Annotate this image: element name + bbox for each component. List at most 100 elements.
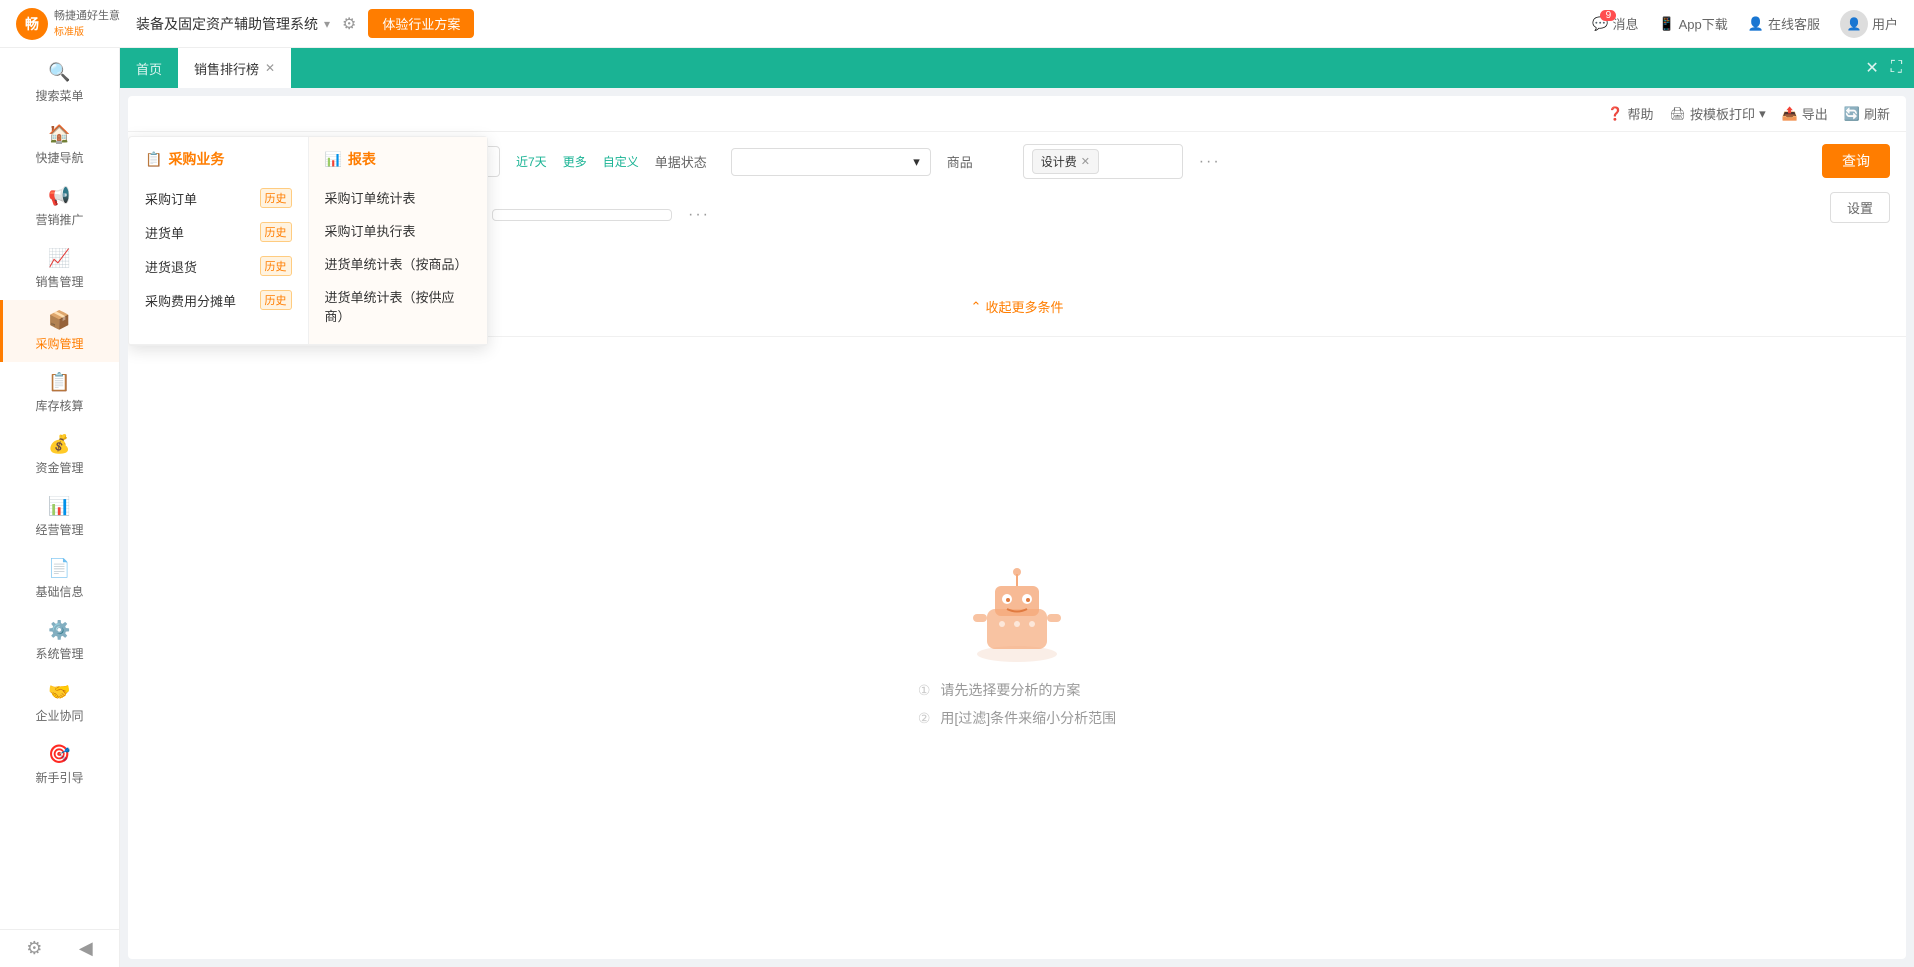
dropdown-arrow-icon[interactable]: ▾ (324, 17, 330, 31)
dropdown-item-purchase-order[interactable]: 采购订单 历史 (145, 181, 292, 215)
refresh-label: 刷新 (1864, 104, 1890, 123)
notification-label: 消息 (1612, 14, 1638, 33)
export-btn[interactable]: 📤 导出 (1782, 104, 1828, 123)
user-label: 用户 (1872, 14, 1898, 33)
settings-gear-icon[interactable]: ⚙ (342, 14, 356, 34)
industry-btn[interactable]: 体验行业方案 (368, 9, 474, 38)
sidebar-item-marketing[interactable]: 📢 营销推广 (0, 176, 119, 238)
dropdown-item-inbound[interactable]: 进货单 历史 (145, 215, 292, 249)
empty-hint2: ② 用[过滤]条件来缩小分析范围 (918, 704, 1116, 732)
tab-close-window-icon[interactable]: ✕ (1861, 54, 1882, 82)
toolbar-row: ❓ 帮助 🖨 按模板打印 ▾ 📤 导出 🔄 刷新 (128, 96, 1906, 132)
print-btn[interactable]: 🖨 按模板打印 ▾ (1670, 104, 1766, 123)
purchase-section-icon: 📋 (145, 151, 162, 168)
cooperation-icon: 🤝 (48, 682, 70, 703)
capital-icon: 💰 (48, 434, 70, 455)
page-content: ❓ 帮助 🖨 按模板打印 ▾ 📤 导出 🔄 刷新 (128, 96, 1906, 959)
salesperson-select[interactable] (492, 209, 672, 221)
goods-more-dots[interactable]: ··· (1199, 153, 1221, 171)
sidebar-item-operation[interactable]: 📊 经营管理 (0, 486, 119, 548)
online-service-label: 在线客服 (1768, 14, 1820, 33)
sidebar-label-search-menu: 搜索菜单 (35, 87, 83, 104)
doc-status-select[interactable]: ▾ (731, 148, 931, 176)
active-bar (0, 300, 3, 362)
sidebar-label-cooperation: 企业协同 (35, 707, 83, 724)
dropdown-item-purchase-exec[interactable]: 采购订单执行表 (325, 214, 472, 247)
tab-bar-end: ✕ ⛶ (1861, 54, 1914, 82)
salesperson-more-dots[interactable]: ··· (688, 206, 710, 224)
main-layout: 🔍 搜索菜单 🏠 快捷导航 📢 营销推广 📈 销售管理 📦 采购管理 📋 库存核… (0, 48, 1914, 967)
dropdown-header: 📋 采购业务 采购订单 历史 进货单 历史 进货退货 (129, 137, 487, 345)
sidebar-item-guide[interactable]: 🎯 新手引导 (0, 734, 119, 796)
dropdown-item-return[interactable]: 进货退货 历史 (145, 249, 292, 283)
sidebar-item-system[interactable]: ⚙️ 系统管理 (0, 610, 119, 672)
empty-text: ① 请先选择要分析的方案 ② 用[过滤]条件来缩小分析范围 (918, 676, 1116, 732)
logo-icon: 畅 (16, 8, 48, 40)
refresh-btn[interactable]: 🔄 刷新 (1844, 104, 1890, 123)
sidebar-label-quick-nav: 快捷导航 (35, 149, 83, 166)
sidebar-label-purchase: 采购管理 (35, 335, 83, 352)
report-section-title: 📊 报表 (325, 149, 472, 169)
sales-icon: 📈 (48, 248, 70, 269)
app-download-item[interactable]: 📱 App下载 (1658, 14, 1727, 33)
export-label: 导出 (1802, 104, 1828, 123)
system-title: 装备及固定资产辅助管理系统 ▾ (136, 14, 330, 34)
app-download-label: App下载 (1679, 14, 1728, 33)
content-area: 首页 销售排行榜 ✕ ✕ ⛶ ❓ 帮助 🖨 按模板打印 (120, 48, 1914, 967)
sidebar-label-capital: 资金管理 (35, 459, 83, 476)
service-icon: 👤 (1748, 16, 1764, 32)
header-right: 💬 9 消息 📱 App下载 👤 在线客服 👤 用户 (1592, 10, 1898, 38)
help-icon: ❓ (1607, 106, 1623, 122)
purchase-dropdown-menu: 📋 采购业务 采购订单 历史 进货单 历史 进货退货 (128, 136, 488, 346)
settings-bottom-icon[interactable]: ⚙ (26, 938, 42, 959)
user-item[interactable]: 👤 用户 (1840, 10, 1898, 38)
notification-icon-wrap: 💬 9 (1592, 16, 1608, 32)
mobile-icon: 📱 (1658, 16, 1674, 32)
sidebar-item-inventory[interactable]: 📋 库存核算 (0, 362, 119, 424)
sidebar-item-search-menu[interactable]: 🔍 搜索菜单 (0, 52, 119, 114)
hist-badge-inbound: 历史 (260, 222, 292, 242)
search-menu-icon: 🔍 (48, 62, 70, 83)
sidebar-item-quick-nav[interactable]: 🏠 快捷导航 (0, 114, 119, 176)
sidebar-label-basic: 基础信息 (35, 583, 83, 600)
sidebar-label-sales: 销售管理 (35, 273, 83, 290)
online-service-item[interactable]: 👤 在线客服 (1748, 14, 1820, 33)
sidebar-item-sales[interactable]: 📈 销售管理 (0, 238, 119, 300)
quick-nav-icon: 🏠 (48, 124, 70, 145)
sidebar: 🔍 搜索菜单 🏠 快捷导航 📢 营销推广 📈 销售管理 📦 采购管理 📋 库存核… (0, 48, 120, 967)
dropdown-item-expense[interactable]: 采购费用分摊单 历史 (145, 283, 292, 317)
dropdown-item-purchase-stat[interactable]: 采购订单统计表 (325, 181, 472, 214)
empty-hint1: ① 请先选择要分析的方案 (918, 676, 1116, 704)
export-icon: 📤 (1782, 106, 1798, 122)
goods-filter[interactable]: 设计费 ✕ (1023, 144, 1183, 179)
help-label: 帮助 (1628, 104, 1654, 123)
basic-icon: 📄 (48, 558, 70, 579)
collapse-up-icon: ⌃ (971, 299, 982, 315)
system-icon: ⚙️ (48, 620, 70, 641)
tab-sales-ranking[interactable]: 销售排行榜 ✕ (178, 48, 291, 88)
empty-illustration (957, 564, 1077, 664)
sidebar-item-basic[interactable]: 📄 基础信息 (0, 548, 119, 610)
settings-btn[interactable]: 设置 (1830, 192, 1890, 223)
date-shortcut-custom[interactable]: 自定义 (603, 153, 639, 170)
tab-home[interactable]: 首页 (120, 48, 178, 88)
notification-item[interactable]: 💬 9 消息 (1592, 14, 1638, 33)
sidebar-item-purchase[interactable]: 📦 采购管理 (0, 300, 119, 362)
sidebar-bottom: ⚙ ◀ (0, 929, 119, 967)
goods-tag-close[interactable]: ✕ (1081, 155, 1090, 168)
tab-close-icon[interactable]: ✕ (265, 61, 275, 75)
purchase-icon: 📦 (48, 310, 70, 331)
tab-fullscreen-icon[interactable]: ⛶ (1887, 55, 1906, 81)
dropdown-item-inbound-supplier[interactable]: 进货单统计表（按供应商） (325, 280, 472, 332)
sidebar-item-cooperation[interactable]: 🤝 企业协同 (0, 672, 119, 734)
hist-badge-return: 历史 (260, 256, 292, 276)
query-btn[interactable]: 查询 (1822, 144, 1890, 178)
date-shortcut-more[interactable]: 更多 (563, 153, 587, 170)
dropdown-item-inbound-goods[interactable]: 进货单统计表（按商品） (325, 247, 472, 280)
sidebar-item-capital[interactable]: 💰 资金管理 (0, 424, 119, 486)
help-btn[interactable]: ❓ 帮助 (1607, 104, 1653, 123)
collapse-sidebar-icon[interactable]: ◀ (79, 938, 93, 959)
purchase-section: 📋 采购业务 采购订单 历史 进货单 历史 进货退货 (129, 137, 308, 344)
report-section: 📊 报表 采购订单统计表 采购订单执行表 进货单统计表（按商品） (308, 137, 488, 344)
date-shortcut-7days[interactable]: 近7天 (516, 153, 547, 170)
